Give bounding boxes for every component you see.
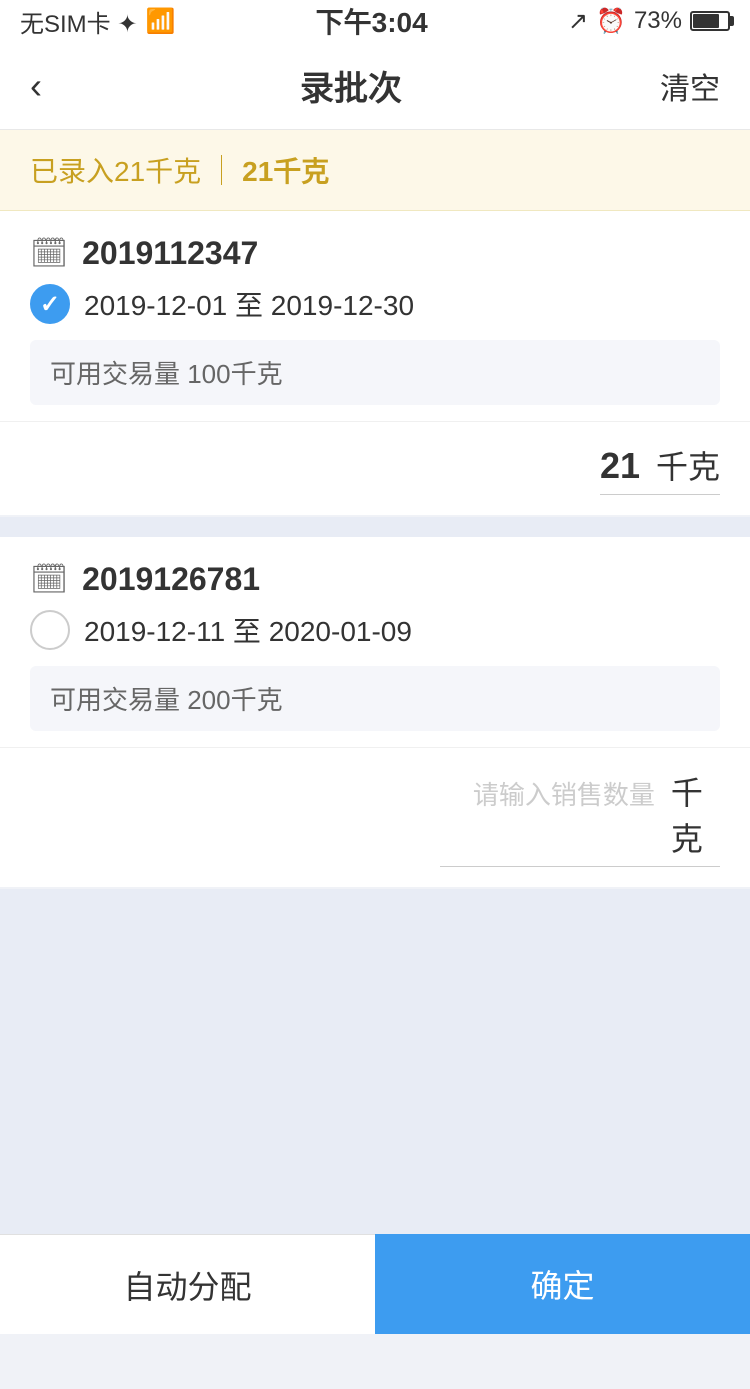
batch-icon-1: 🗓: [30, 236, 68, 271]
back-button[interactable]: ‹: [30, 65, 42, 107]
batch-date-1: 2019-12-01 至 2019-12-30: [84, 284, 414, 324]
page-title: 录批次: [300, 61, 402, 110]
batch-id-1: 2019112347: [82, 235, 258, 272]
available-qty-1: 可用交易量 100千克: [30, 340, 720, 405]
quantity-row-2: 千克: [0, 747, 750, 887]
recorded-label: 已录入21千克: [30, 150, 201, 190]
radio-button-1[interactable]: [30, 284, 70, 324]
batch-id-2: 2019126781: [82, 561, 260, 598]
batch-card-2: 🗓 2019126781 2019-12-11 至 2020-01-09 可用交…: [0, 537, 750, 887]
battery-icon: [690, 11, 730, 31]
recorded-value: 21千克: [242, 150, 329, 190]
radio-button-2[interactable]: [30, 610, 70, 650]
info-banner: 已录入21千克 21千克: [0, 130, 750, 211]
sim-status: 无SIM卡 ✦: [20, 4, 137, 39]
nav-bar: ‹ 录批次 清空: [0, 42, 750, 130]
section-separator: [0, 517, 750, 537]
batch-date-2: 2019-12-11 至 2020-01-09: [84, 610, 412, 650]
battery-percent: 73%: [634, 7, 682, 35]
quantity-row-1: 21 千克: [0, 421, 750, 515]
clear-button[interactable]: 清空: [660, 64, 720, 108]
empty-space: [0, 889, 750, 1289]
footer: 自动分配 确定: [0, 1234, 750, 1334]
wifi-icon: 📶: [145, 7, 175, 36]
unit-label-1: 千克: [656, 442, 720, 488]
status-bar: 无SIM卡 ✦ 📶 下午3:04 ↗ ⏰ 73%: [0, 0, 750, 42]
batch-card-1: 🗓 2019112347 2019-12-01 至 2019-12-30 可用交…: [0, 211, 750, 515]
quantity-input-2[interactable]: [440, 779, 655, 811]
batch-icon-2: 🗓: [30, 562, 68, 597]
current-time: 下午3:04: [316, 7, 428, 38]
unit-label-2: 千克: [671, 768, 720, 860]
confirm-button[interactable]: 确定: [375, 1234, 750, 1334]
available-qty-2: 可用交易量 200千克: [30, 666, 720, 731]
alarm-icon: ⏰: [596, 7, 626, 36]
quantity-value-1: 21: [600, 445, 640, 487]
location-icon: ↗: [568, 7, 588, 36]
auto-distribute-button[interactable]: 自动分配: [0, 1234, 375, 1334]
